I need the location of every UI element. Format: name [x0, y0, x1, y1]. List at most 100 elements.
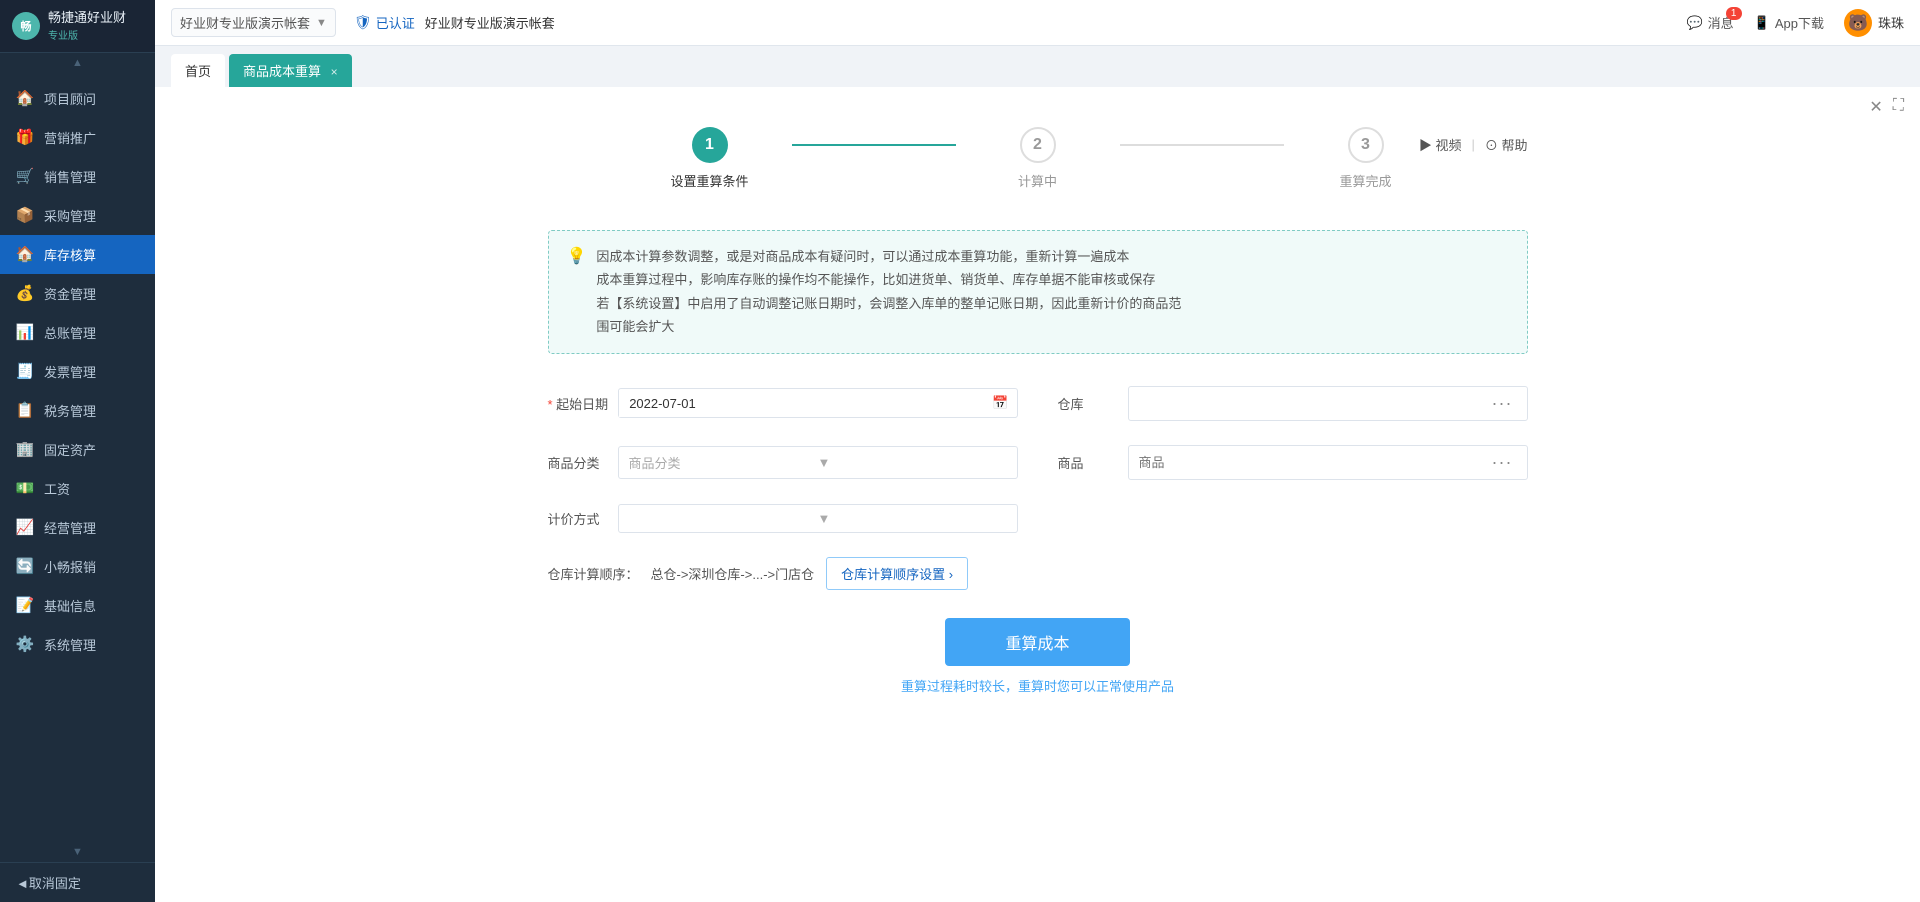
sidebar-item-label: 基础信息 [44, 596, 96, 615]
step-3-label: 重算完成 [1339, 171, 1391, 190]
sidebar-item-label: 工资 [44, 479, 70, 498]
sidebar-item-label: 小畅报销 [44, 557, 96, 576]
assets-icon: 🏢 [16, 440, 34, 458]
warehouse-input[interactable] [1139, 396, 1488, 411]
account-selector[interactable]: 好业财专业版演示帐套 ▼ [171, 8, 336, 37]
user-name: 珠珠 [1878, 13, 1904, 32]
warehouse-order-label: 仓库计算顺序： [548, 564, 639, 583]
sidebar-item-basic[interactable]: 📝 基础信息 [0, 586, 155, 625]
start-date-input[interactable] [619, 390, 984, 417]
project-icon: 🏠 [16, 89, 34, 107]
salary-icon: 💵 [16, 479, 34, 497]
sidebar-item-label: 采购管理 [44, 206, 96, 225]
sidebar-item-finance[interactable]: 💰 资金管理 [0, 274, 155, 313]
goods-row: 商品 ··· [1058, 445, 1528, 480]
sidebar-item-purchase[interactable]: 📦 采购管理 [0, 196, 155, 235]
sidebar-item-accounting[interactable]: 📊 总账管理 [0, 313, 155, 352]
steps-actions: ▶ 视频 | ⊙ 帮助 [1419, 135, 1528, 154]
purchase-icon: 📦 [16, 206, 34, 224]
info-text: 因成本计算参数调整，或是对商品成本有疑问时，可以通过成本重算功能，重新计算一遍成… [596, 245, 1181, 339]
sidebar-item-invoice[interactable]: 🧾 发票管理 [0, 352, 155, 391]
close-window-icon[interactable]: ✕ [1869, 97, 1882, 117]
step-2-label: 计算中 [1018, 171, 1057, 190]
account-name: 好业财专业版演示帐套 [180, 13, 310, 32]
content-area: ✕ ⛶ 1 设置重算条件 2 [155, 87, 1920, 902]
category-select[interactable]: 商品分类 ▼ [618, 446, 1018, 479]
sidebar-item-salary[interactable]: 💵 工资 [0, 469, 155, 508]
inventory-icon: 🏠 [16, 245, 34, 263]
sidebar-pin-toggle[interactable]: ◄取消固定 [0, 862, 155, 902]
sidebar-item-sales[interactable]: 🛒 销售管理 [0, 157, 155, 196]
form-grid: 起始日期 📅 仓库 ··· 商品分类 [548, 386, 1528, 533]
step-line-1 [792, 144, 956, 146]
step-1-circle: 1 [692, 127, 728, 163]
page-content: 1 设置重算条件 2 计算中 3 [488, 87, 1588, 735]
sidebar-item-operation[interactable]: 📈 经营管理 [0, 508, 155, 547]
sidebar-item-label: 营销推广 [44, 128, 96, 147]
help-link[interactable]: ⊙ 帮助 [1485, 135, 1528, 154]
sep: | [1471, 137, 1474, 152]
step-3-circle: 3 [1348, 127, 1384, 163]
pricing-select[interactable]: ▼ [618, 504, 1018, 533]
basic-icon: 📝 [16, 596, 34, 614]
scroll-down[interactable]: ▼ [0, 842, 155, 862]
sidebar-item-label: 税务管理 [44, 401, 96, 420]
sidebar: 畅 畅捷通好业财 专业版 ▲ 🏠 项目顾问 🎁 营销推广 🛒 销售管理 📦 采购… [0, 0, 155, 902]
scroll-up[interactable]: ▲ [0, 53, 155, 73]
sidebar-item-project[interactable]: 🏠 项目顾问 [0, 79, 155, 118]
sidebar-item-marketing[interactable]: 🎁 营销推广 [0, 118, 155, 157]
goods-input[interactable] [1139, 455, 1488, 470]
tab-home[interactable]: 首页 [171, 54, 225, 87]
shield-icon: 🛡 [354, 14, 372, 31]
video-link[interactable]: ▶ 视频 [1419, 135, 1462, 154]
sidebar-item-system[interactable]: ⚙️ 系统管理 [0, 625, 155, 664]
user-avatar[interactable]: 🐻 珠珠 [1844, 9, 1904, 37]
app-title: 畅捷通好业财 [48, 10, 126, 27]
tab-recalc[interactable]: 商品成本重算 × [229, 54, 352, 87]
sales-icon: 🛒 [16, 167, 34, 185]
sidebar-item-label: 发票管理 [44, 362, 96, 381]
goods-input-wrapper: ··· [1128, 445, 1528, 480]
sidebar-nav: 🏠 项目顾问 🎁 营销推广 🛒 销售管理 📦 采购管理 🏠 库存核算 💰 资金管… [0, 73, 155, 842]
sidebar-header: 畅 畅捷通好业财 专业版 [0, 0, 155, 53]
chevron-down-icon: ▼ [818, 511, 1007, 526]
expense-icon: 🔄 [16, 557, 34, 575]
warehouse-more-icon[interactable]: ··· [1488, 393, 1517, 414]
steps-container: 1 设置重算条件 2 计算中 3 [548, 127, 1528, 190]
tab-close-icon[interactable]: × [331, 65, 338, 79]
warehouse-order-row: 仓库计算顺序： 总仓->深圳仓库->...->门店仓 仓库计算顺序设置 › [548, 557, 1528, 590]
sidebar-item-expense[interactable]: 🔄 小畅报销 [0, 547, 155, 586]
warehouse-label: 仓库 [1058, 394, 1118, 413]
sidebar-item-assets[interactable]: 🏢 固定资产 [0, 430, 155, 469]
step-line-2 [1120, 144, 1284, 146]
message-button[interactable]: 💬 消息 1 [1686, 13, 1733, 32]
step-2: 2 计算中 [956, 127, 1120, 190]
account-full-name: 好业财专业版演示帐套 [425, 13, 555, 32]
sidebar-item-label: 系统管理 [44, 635, 96, 654]
goods-more-icon[interactable]: ··· [1488, 452, 1517, 473]
recalc-button[interactable]: 重算成本 [945, 618, 1129, 666]
sidebar-item-inventory[interactable]: 🏠 库存核算 [0, 235, 155, 274]
sidebar-item-label: 销售管理 [44, 167, 96, 186]
verified-text: 已认证 [376, 13, 415, 32]
app-download-label: App下载 [1775, 13, 1824, 32]
message-icon: 💬 [1686, 15, 1702, 31]
start-date-input-wrapper: 📅 [618, 388, 1017, 418]
operation-icon: 📈 [16, 518, 34, 536]
sidebar-item-label: 项目顾问 [44, 89, 96, 108]
tax-icon: 📋 [16, 401, 34, 419]
expand-window-icon[interactable]: ⛶ [1893, 97, 1904, 117]
info-icon: 💡 [567, 246, 587, 339]
calendar-icon[interactable]: 📅 [984, 389, 1016, 417]
chevron-down-icon: ▼ [316, 17, 327, 29]
sidebar-item-tax[interactable]: 📋 税务管理 [0, 391, 155, 430]
app-download-button[interactable]: 📱 App下载 [1754, 13, 1824, 32]
chevron-down-icon: ▼ [818, 455, 1007, 470]
message-badge: 1 [1726, 7, 1742, 20]
info-box: 💡 因成本计算参数调整，或是对商品成本有疑问时，可以通过成本重算功能，重新计算一… [548, 230, 1528, 354]
sidebar-item-label: 经营管理 [44, 518, 96, 537]
recalc-hint: 重算过程耗时较长，重算时您可以正常使用产品 [901, 676, 1174, 695]
pricing-row: 计价方式 ▼ [548, 504, 1018, 533]
warehouse-order-value: 总仓->深圳仓库->...->门店仓 [651, 564, 815, 583]
warehouse-order-setting-button[interactable]: 仓库计算顺序设置 › [826, 557, 968, 590]
